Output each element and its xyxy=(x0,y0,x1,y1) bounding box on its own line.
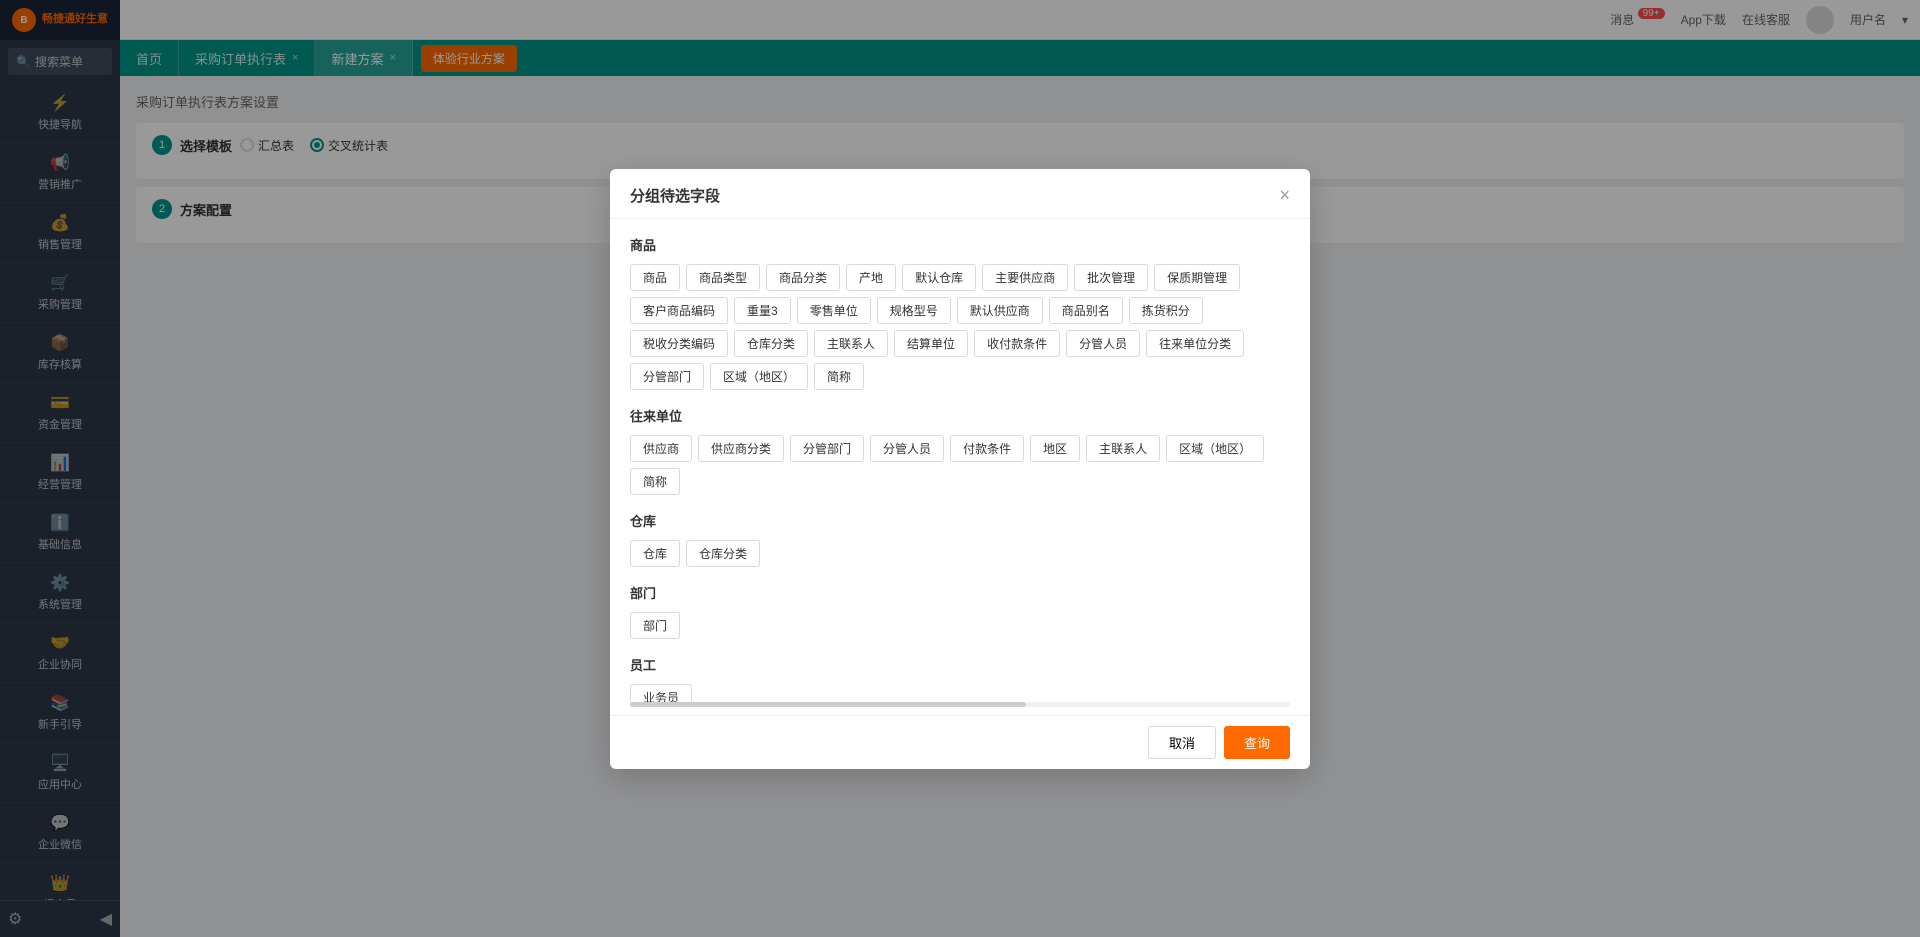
field-tag-0-7[interactable]: 保质期管理 xyxy=(1154,264,1240,291)
field-tags-4: 业务员 xyxy=(630,684,1290,702)
field-tags-0: 商品商品类型商品分类产地默认仓库主要供应商批次管理保质期管理客户商品编码重量3零… xyxy=(630,264,1290,390)
field-group-title-1: 往来单位 xyxy=(630,406,1290,425)
modal-header: 分组待选字段 × xyxy=(610,169,1310,219)
field-tag-1-5[interactable]: 地区 xyxy=(1030,435,1080,462)
field-tag-0-0[interactable]: 商品 xyxy=(630,264,680,291)
field-tag-0-24[interactable]: 简称 xyxy=(814,363,864,390)
modal-body: 商品商品商品类型商品分类产地默认仓库主要供应商批次管理保质期管理客户商品编码重量… xyxy=(610,219,1310,702)
field-group-1: 往来单位供应商供应商分类分管部门分管人员付款条件地区主联系人区域（地区） 简称 xyxy=(630,406,1290,495)
field-group-0: 商品商品商品类型商品分类产地默认仓库主要供应商批次管理保质期管理客户商品编码重量… xyxy=(630,235,1290,390)
field-tag-1-3[interactable]: 分管人员 xyxy=(870,435,944,462)
field-tag-0-6[interactable]: 批次管理 xyxy=(1074,264,1148,291)
field-tag-1-1[interactable]: 供应商分类 xyxy=(698,435,784,462)
horizontal-scrollbar[interactable] xyxy=(630,702,1290,707)
field-tag-3-0[interactable]: 部门 xyxy=(630,612,680,639)
field-group-title-0: 商品 xyxy=(630,235,1290,254)
field-tag-1-6[interactable]: 主联系人 xyxy=(1086,435,1160,462)
scrollbar-thumb xyxy=(630,702,1026,707)
field-tag-0-16[interactable]: 仓库分类 xyxy=(734,330,808,357)
cancel-button[interactable]: 取消 xyxy=(1148,726,1216,759)
field-group-3: 部门部门 xyxy=(630,583,1290,639)
field-tag-1-2[interactable]: 分管部门 xyxy=(790,435,864,462)
field-tag-0-3[interactable]: 产地 xyxy=(846,264,896,291)
field-tag-0-17[interactable]: 主联系人 xyxy=(814,330,888,357)
field-tag-0-15[interactable]: 税收分类编码 xyxy=(630,330,728,357)
modal: 分组待选字段 × 商品商品商品类型商品分类产地默认仓库主要供应商批次管理保质期管… xyxy=(610,169,1310,769)
field-tag-0-12[interactable]: 默认供应商 xyxy=(957,297,1043,324)
field-tag-1-4[interactable]: 付款条件 xyxy=(950,435,1024,462)
field-tag-0-8[interactable]: 客户商品编码 xyxy=(630,297,728,324)
confirm-button[interactable]: 查询 xyxy=(1224,726,1290,759)
field-tag-0-13[interactable]: 商品别名 xyxy=(1049,297,1123,324)
field-tag-0-14[interactable]: 拣货积分 xyxy=(1129,297,1203,324)
field-tag-0-19[interactable]: 收付款条件 xyxy=(974,330,1060,357)
field-tag-0-21[interactable]: 往来单位分类 xyxy=(1146,330,1244,357)
field-tag-4-0[interactable]: 业务员 xyxy=(630,684,692,702)
field-tag-0-18[interactable]: 结算单位 xyxy=(894,330,968,357)
field-tag-1-8[interactable]: 简称 xyxy=(630,468,680,495)
field-tag-0-2[interactable]: 商品分类 xyxy=(766,264,840,291)
field-tag-2-1[interactable]: 仓库分类 xyxy=(686,540,760,567)
field-tag-0-9[interactable]: 重量3 xyxy=(734,297,791,324)
field-tag-0-22[interactable]: 分管部门 xyxy=(630,363,704,390)
field-group-2: 仓库仓库仓库分类 xyxy=(630,511,1290,567)
field-tag-0-20[interactable]: 分管人员 xyxy=(1066,330,1140,357)
field-tags-2: 仓库仓库分类 xyxy=(630,540,1290,567)
modal-footer: 取消 查询 xyxy=(610,715,1310,769)
field-group-title-4: 员工 xyxy=(630,655,1290,674)
field-tags-1: 供应商供应商分类分管部门分管人员付款条件地区主联系人区域（地区） 简称 xyxy=(630,435,1290,495)
field-group-title-3: 部门 xyxy=(630,583,1290,602)
field-tag-0-5[interactable]: 主要供应商 xyxy=(982,264,1068,291)
field-tag-0-11[interactable]: 规格型号 xyxy=(877,297,951,324)
modal-title: 分组待选字段 xyxy=(630,185,720,206)
field-tag-0-23[interactable]: 区域（地区） xyxy=(710,363,808,390)
modal-close-button[interactable]: × xyxy=(1279,186,1290,204)
field-tag-1-0[interactable]: 供应商 xyxy=(630,435,692,462)
field-group-4: 员工业务员 xyxy=(630,655,1290,702)
field-tag-0-1[interactable]: 商品类型 xyxy=(686,264,760,291)
field-tag-0-4[interactable]: 默认仓库 xyxy=(902,264,976,291)
field-tag-1-7[interactable]: 区域（地区） xyxy=(1166,435,1264,462)
field-tag-0-10[interactable]: 零售单位 xyxy=(797,297,871,324)
field-tags-3: 部门 xyxy=(630,612,1290,639)
modal-overlay: 分组待选字段 × 商品商品商品类型商品分类产地默认仓库主要供应商批次管理保质期管… xyxy=(0,0,1920,937)
field-tag-2-0[interactable]: 仓库 xyxy=(630,540,680,567)
field-group-title-2: 仓库 xyxy=(630,511,1290,530)
